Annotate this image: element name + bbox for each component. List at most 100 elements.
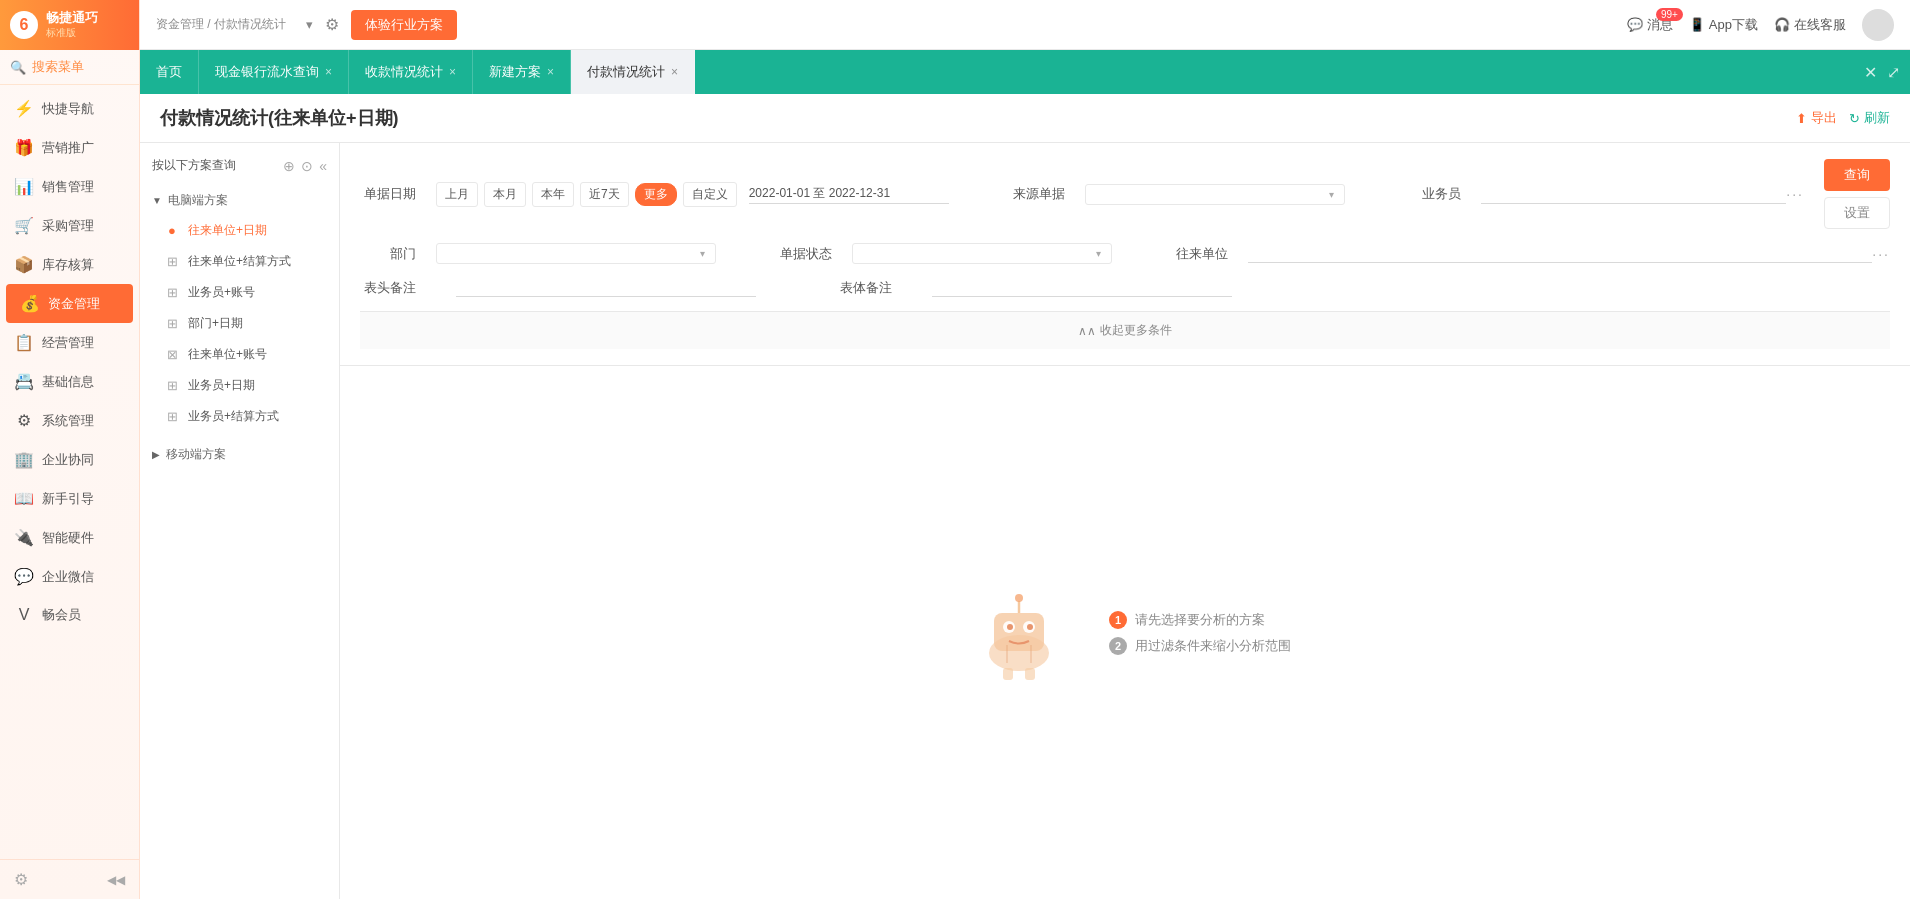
support-label: 在线客服: [1794, 16, 1846, 34]
tab-payment-close[interactable]: ×: [671, 65, 678, 79]
close-window-icon[interactable]: ✕: [1864, 63, 1877, 82]
section-arrow: ▼: [152, 195, 162, 206]
user-avatar[interactable]: [1862, 9, 1894, 41]
scheme-icon: ⊞: [164, 316, 180, 331]
scheme-item-2[interactable]: ⊞ 业务员+账号: [140, 277, 339, 308]
date-more[interactable]: 更多: [635, 183, 677, 206]
tab-bank-flow-close[interactable]: ×: [325, 65, 332, 79]
mobile-label: 移动端方案: [166, 446, 226, 463]
note-body-input[interactable]: [932, 278, 1232, 297]
sidebar-item-vip[interactable]: V 畅会员: [0, 596, 139, 634]
scheme-item-5[interactable]: ⊞ 业务员+日期: [140, 370, 339, 401]
note-head-input[interactable]: [456, 278, 756, 297]
settings-gear-icon[interactable]: ⚙: [14, 870, 28, 889]
sidebar-item-enterprise[interactable]: 🏢 企业协同: [0, 440, 139, 479]
dept-select[interactable]: ▾: [436, 243, 716, 264]
scheme-item-1[interactable]: ⊞ 往来单位+结算方式: [140, 246, 339, 277]
quick-nav-icon: ⚡: [14, 99, 34, 118]
source-select[interactable]: ▾: [1085, 184, 1345, 205]
salesperson-dots[interactable]: ···: [1786, 186, 1804, 202]
sidebar-item-marketing[interactable]: 🎁 营销推广: [0, 128, 139, 167]
date-custom[interactable]: 自定义: [683, 182, 737, 207]
partner-dots[interactable]: ···: [1872, 246, 1890, 262]
trial-button[interactable]: 体验行业方案: [351, 10, 457, 40]
scheme-item-0[interactable]: ● 往来单位+日期: [140, 215, 339, 246]
date-range-input[interactable]: [749, 185, 949, 204]
sidebar-item-basic[interactable]: 📇 基础信息: [0, 362, 139, 401]
query-button[interactable]: 查询: [1824, 159, 1890, 191]
tab-new-scheme[interactable]: 新建方案 ×: [473, 50, 571, 94]
empty-state: 1 请先选择要分析的方案 2 用过滤条件来缩小分析范围: [340, 366, 1910, 899]
sidebar-item-sales[interactable]: 📊 销售管理: [0, 167, 139, 206]
desktop-scheme-section: ▼ 电脑端方案 ● 往来单位+日期 ⊞ 往来单位+结算方式 ⊞ 业务员+账号: [140, 182, 339, 436]
tab-home[interactable]: 首页: [140, 50, 199, 94]
scheme-item-label: 业务员+账号: [188, 284, 255, 301]
salesperson-label: 业务员: [1405, 185, 1461, 203]
online-support-action[interactable]: 🎧 在线客服: [1774, 16, 1846, 34]
refresh-button[interactable]: ↻ 刷新: [1849, 109, 1890, 127]
collapse-panel-icon[interactable]: «: [319, 158, 327, 174]
scheme-item-4[interactable]: ⊠ 往来单位+账号: [140, 339, 339, 370]
tab-payment-stats[interactable]: 付款情况统计 ×: [571, 50, 695, 94]
scheme-active-icon: ●: [164, 223, 180, 238]
date-this-month[interactable]: 本月: [484, 182, 526, 207]
scheme-icon: ⊞: [164, 285, 180, 300]
empty-content: 1 请先选择要分析的方案 2 用过滤条件来缩小分析范围: [959, 583, 1291, 683]
header-gear-icon[interactable]: ⚙: [325, 15, 339, 34]
mobile-scheme-title[interactable]: ▶ 移动端方案: [140, 440, 339, 469]
sidebar-item-purchase[interactable]: 🛒 采购管理: [0, 206, 139, 245]
filter-row-3: 表头备注 表体备注: [360, 278, 1890, 297]
wechat-icon: 💬: [14, 567, 34, 586]
sidebar-bottom: ⚙ ◀◀: [0, 859, 139, 899]
tab-new-close[interactable]: ×: [547, 65, 554, 79]
sidebar-item-inventory[interactable]: 📦 库存核算: [0, 245, 139, 284]
nav-label: 资金管理: [48, 295, 100, 313]
sidebar-item-system[interactable]: ⚙ 系统管理: [0, 401, 139, 440]
maximize-icon[interactable]: ⤢: [1887, 63, 1900, 82]
bill-status-select[interactable]: ▾: [852, 243, 1112, 264]
scheme-settings-icon[interactable]: ⊙: [301, 158, 313, 174]
sidebar-item-finance[interactable]: 💰 资金管理: [6, 284, 133, 323]
filter-row-1: 单据日期 上月 本月 本年 近7天 更多 自定义 来源单据: [360, 159, 1890, 229]
sidebar-item-operations[interactable]: 📋 经营管理: [0, 323, 139, 362]
tab-bank-flow-label: 现金银行流水查询: [215, 63, 319, 81]
svg-rect-1: [994, 613, 1044, 651]
date-last-month[interactable]: 上月: [436, 182, 478, 207]
partner-container: ···: [1248, 244, 1890, 263]
scheme-item-6[interactable]: ⊞ 业务员+结算方式: [140, 401, 339, 432]
header-actions: 💬 消息 99+ 📱 App下载 🎧 在线客服: [1627, 9, 1894, 41]
header-dropdown-icon[interactable]: ▾: [306, 17, 313, 32]
source-dropdown-icon: ▾: [1329, 189, 1334, 200]
sidebar-item-hardware[interactable]: 🔌 智能硬件: [0, 518, 139, 557]
app-download-action[interactable]: 📱 App下载: [1689, 16, 1758, 34]
collapse-more-button[interactable]: ∧∧ 收起更多条件: [360, 311, 1890, 349]
message-action[interactable]: 💬 消息 99+: [1627, 16, 1673, 34]
page-header-actions: ⬆ 导出 ↻ 刷新: [1796, 109, 1890, 127]
svg-rect-9: [1025, 668, 1035, 680]
tab-bank-flow[interactable]: 现金银行流水查询 ×: [199, 50, 349, 94]
sidebar-item-quick-nav[interactable]: ⚡ 快捷导航: [0, 89, 139, 128]
settings-button[interactable]: 设置: [1824, 197, 1890, 229]
tab-receipt-label: 收款情况统计: [365, 63, 443, 81]
date-this-year[interactable]: 本年: [532, 182, 574, 207]
svg-point-4: [1007, 624, 1013, 630]
tab-receipt-close[interactable]: ×: [449, 65, 456, 79]
tip-num-2: 2: [1109, 637, 1127, 655]
tab-receipt-stats[interactable]: 收款情况统计 ×: [349, 50, 473, 94]
desktop-scheme-title[interactable]: ▼ 电脑端方案: [140, 186, 339, 215]
scheme-item-3[interactable]: ⊞ 部门+日期: [140, 308, 339, 339]
app-icon: 📱: [1689, 17, 1705, 32]
sidebar-item-guide[interactable]: 📖 新手引导: [0, 479, 139, 518]
nav-label: 采购管理: [42, 217, 94, 235]
scheme-item-label: 部门+日期: [188, 315, 243, 332]
marketing-icon: 🎁: [14, 138, 34, 157]
add-scheme-icon[interactable]: ⊕: [283, 158, 295, 174]
empty-tip-1: 1 请先选择要分析的方案: [1109, 611, 1291, 629]
sidebar-search[interactable]: 🔍 搜索菜单: [0, 50, 139, 85]
salesperson-input[interactable]: [1481, 185, 1787, 204]
export-button[interactable]: ⬆ 导出: [1796, 109, 1837, 127]
partner-input[interactable]: [1248, 244, 1872, 263]
date-last-7days[interactable]: 近7天: [580, 182, 629, 207]
collapse-sidebar-icon[interactable]: ◀◀: [107, 873, 125, 887]
sidebar-item-wechat[interactable]: 💬 企业微信: [0, 557, 139, 596]
